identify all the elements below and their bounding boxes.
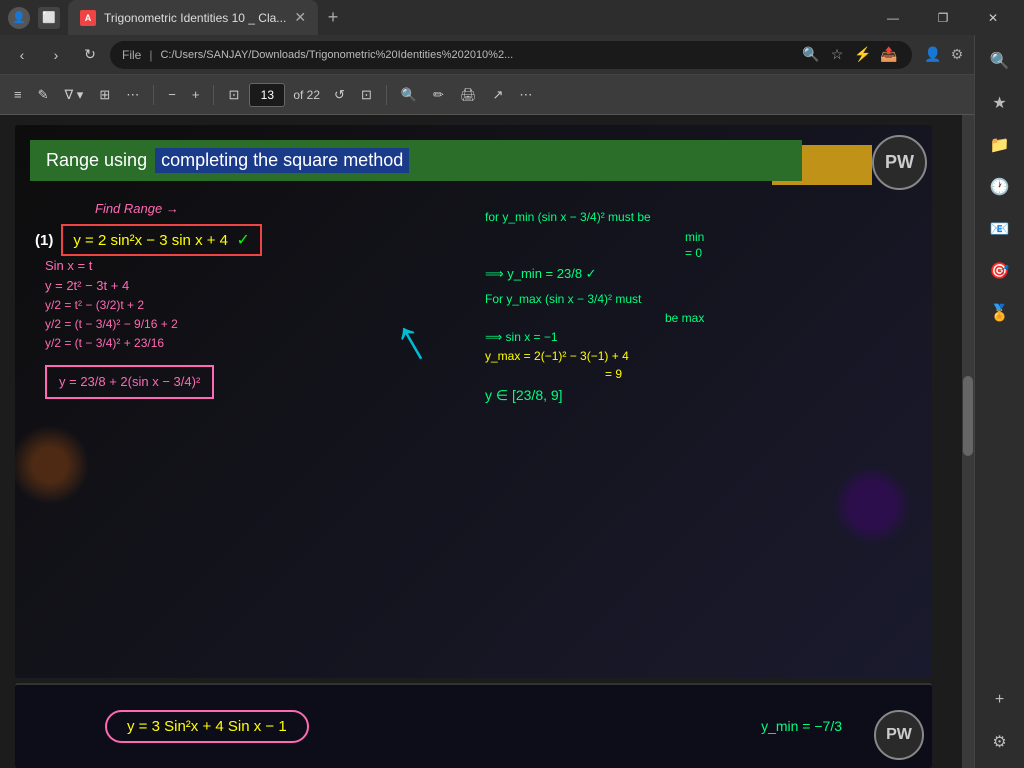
extension-icon[interactable]: ⚡ (852, 44, 874, 66)
sidebar-add-button[interactable]: + (982, 682, 1018, 718)
address-separator: | (149, 48, 152, 62)
bg-decoration-right (832, 465, 912, 545)
bottom-equation-text: y = 3 Sin²x + 4 Sin x − 1 (127, 718, 287, 735)
equation-number: (1) (35, 232, 53, 249)
maximize-button[interactable]: ❐ (920, 0, 966, 35)
sidebar-settings-button[interactable]: ⚙ (982, 724, 1018, 760)
window-controls: — ❐ ✕ (870, 0, 1016, 35)
toolbar-separator2 (213, 85, 214, 105)
scrollbar[interactable] (962, 115, 974, 768)
draw-button[interactable]: ✏ (427, 81, 450, 109)
forward-button[interactable]: › (42, 41, 70, 69)
page-total: of 22 (289, 88, 324, 102)
main-equation-box: y = 2 sin²x − 3 sin x + 4 ✓ (61, 224, 262, 256)
search-icon[interactable]: 🔍 (800, 44, 822, 66)
title-highlight: completing the square method (155, 148, 409, 173)
bottom-equation-box: y = 3 Sin²x + 4 Sin x − 1 (105, 710, 309, 743)
right-line3: = 0 (685, 246, 917, 260)
download-button[interactable]: ⊡ (355, 81, 378, 109)
right-equals9: = 9 (605, 367, 917, 381)
right-line1: for y_min (sin x − 3/4)² must be (485, 208, 917, 227)
tab-title: Trigonometric Identities 10 _ Cla... (104, 11, 286, 25)
sidebar-outlook-button[interactable]: 📧 (982, 211, 1018, 247)
toolbar-separator3 (386, 85, 387, 105)
right-ymin: ⟹ y_min = 23/8 ✓ (485, 266, 917, 282)
address-bar: ‹ › ↻ File | C:/Users/SANJAY/Downloads/T… (0, 35, 1024, 75)
back-button[interactable]: ‹ (8, 41, 36, 69)
fit-page-button[interactable]: ⊡ (222, 81, 245, 109)
checkmark: ✓ (236, 232, 249, 249)
pdf-page: PW Range using completing the square met… (0, 115, 962, 768)
annotation-button[interactable]: ✎ (32, 81, 55, 109)
right-ymax-calc: y_max = 2(−1)² − 3(−1) + 4 (485, 349, 917, 363)
pw-logo-text: PW (885, 152, 914, 173)
new-tab-button[interactable]: + (318, 3, 348, 33)
sidebar-games-button[interactable]: 🏅 (982, 295, 1018, 331)
right-sinx-neg1: ⟹ sin x = −1 (485, 330, 917, 344)
address-action-icons: 🔍 ☆ ⚡ 📤 (800, 44, 900, 66)
main-content-area: PW Range using completing the square met… (0, 115, 974, 768)
slide-bottom: PW y = 3 Sin²x + 4 Sin x − 1 y_min = −7/… (15, 683, 932, 768)
scrollbar-thumb[interactable] (963, 376, 973, 456)
right-line2: min (685, 230, 917, 244)
sidebar-tools-button[interactable]: 🎯 (982, 253, 1018, 289)
right-ymax-label: For y_max (sin x − 3/4)² must (485, 290, 917, 309)
rotate-button[interactable]: ⊞ (93, 81, 116, 109)
bookmark-icon[interactable]: ☆ (826, 44, 848, 66)
address-text: C:/Users/SANJAY/Downloads/Trigonometric%… (160, 49, 792, 61)
title-banner: Range using completing the square method (30, 140, 802, 181)
file-label: File (122, 48, 141, 62)
slide-main: PW Range using completing the square met… (15, 125, 932, 678)
share-pdf-button[interactable]: ↗ (486, 81, 509, 109)
find-range-label: Find Range → (95, 200, 179, 218)
sidebar-history-button[interactable]: 🕐 (982, 169, 1018, 205)
result-equation-box: y = 23/8 + 2(sin x − 3/4)² (45, 365, 214, 399)
step-sinx: Sin x = t (45, 258, 475, 273)
browser-tab[interactable]: A Trigonometric Identities 10 _ Cla... ✕ (68, 0, 318, 35)
user-avatar: 👤 (8, 7, 30, 29)
pw-logo: PW (872, 135, 927, 190)
result-eq-text: y = 23/8 + 2(sin x − 3/4)² (59, 374, 200, 389)
print-button[interactable]: 🖨 (454, 81, 483, 109)
filter-button[interactable]: ∇ ▾ (59, 81, 90, 109)
page-number-input[interactable] (249, 83, 285, 107)
close-button[interactable]: ✕ (970, 0, 1016, 35)
sidebar-toggle-button[interactable]: ≡ (8, 81, 28, 109)
title-bar: 👤 ⬜ A Trigonometric Identities 10 _ Cla.… (0, 0, 1024, 35)
sidebar-collections-button[interactable]: 📁 (982, 127, 1018, 163)
bottom-right-section: y_min = −7/3 (761, 718, 842, 736)
right-sidebar: 🔍 ★ 📁 🕐 📧 🎯 🏅 + ⚙ (974, 35, 1024, 768)
more-tools-button[interactable]: ⋯ (120, 81, 145, 109)
zoom-in-button[interactable]: + (186, 81, 206, 109)
sidebar-favorites-button[interactable]: ★ (982, 85, 1018, 121)
zoom-out-button[interactable]: − (162, 81, 182, 109)
math-steps-right: for y_min (sin x − 3/4)² must be min = 0… (485, 205, 917, 410)
share-icon[interactable]: 📤 (878, 44, 900, 66)
main-equation-text: y = 2 sin²x − 3 sin x + 4 (73, 232, 228, 249)
pdf-more-button[interactable]: ⋯ (513, 81, 538, 109)
toolbar-separator (153, 85, 154, 105)
search-pdf-button[interactable]: 🔍 (395, 81, 423, 109)
minimize-button[interactable]: — (870, 0, 916, 35)
address-field[interactable]: File | C:/Users/SANJAY/Downloads/Trigono… (110, 41, 912, 69)
pdf-icon: A (80, 10, 96, 26)
sidebar-search-button[interactable]: 🔍 (982, 43, 1018, 79)
pw-logo-bottom: PW (874, 710, 924, 760)
pdf-toolbar: ≡ ✎ ∇ ▾ ⊞ ⋯ − + ⊡ of 22 ↺ ⊡ 🔍 ✏ 🖨 ↗ ⋯ (0, 75, 1024, 115)
profile-icon[interactable]: 👤 (922, 44, 944, 66)
tab-close-button[interactable]: ✕ (294, 9, 306, 26)
right-range: y ∈ [23/8, 9] (485, 387, 917, 404)
rotate-page-button[interactable]: ↺ (328, 81, 351, 109)
extension2-icon[interactable]: ⚙ (946, 44, 968, 66)
bottom-ymin-text: y_min = −7/3 (761, 718, 842, 734)
square-btn[interactable]: ⬜ (38, 7, 60, 29)
right-be-max: be max (665, 311, 917, 325)
refresh-button[interactable]: ↻ (76, 41, 104, 69)
step-y: y = 2t² − 3t + 4 (45, 278, 475, 293)
find-range-text: Find Range → (95, 201, 179, 216)
title-text-part1: Range using (46, 150, 147, 171)
